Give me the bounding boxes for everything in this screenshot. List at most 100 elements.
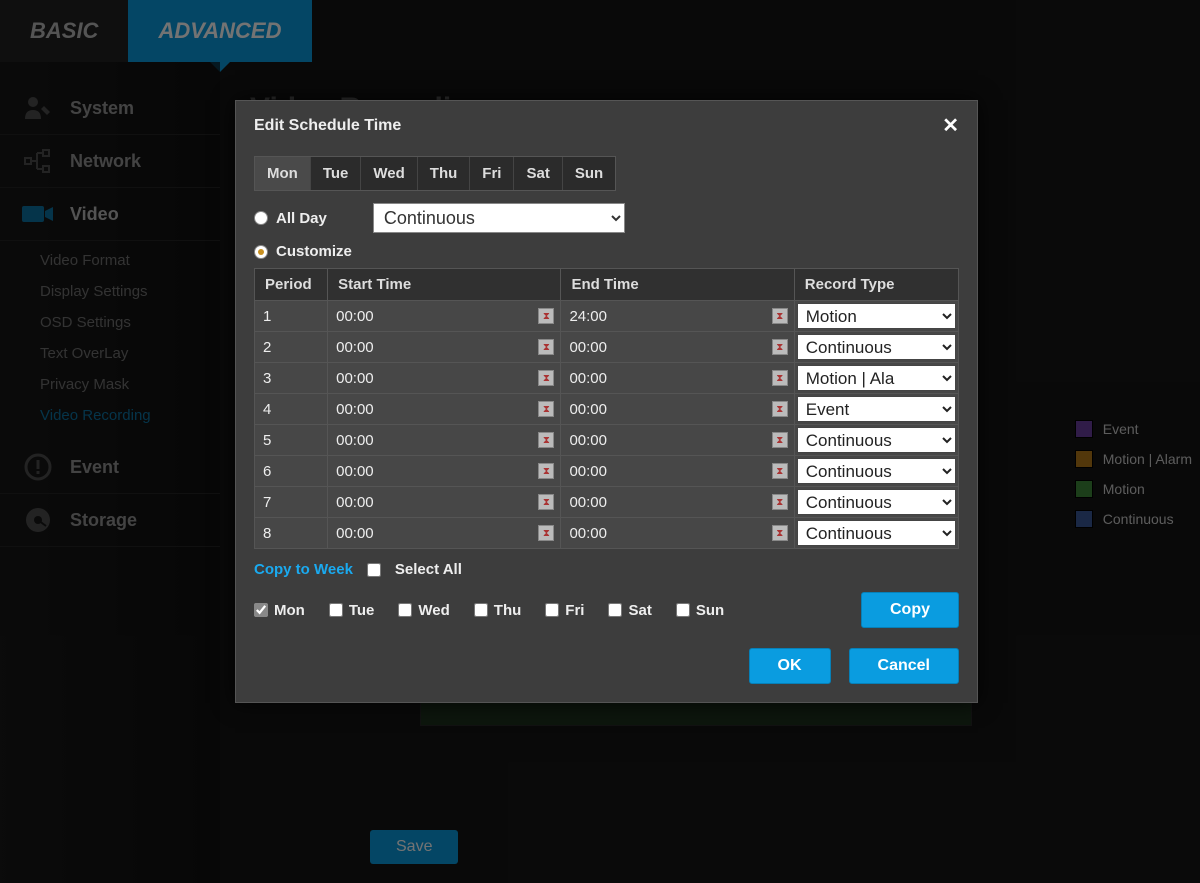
record-type-select[interactable]: Continuous [797,427,956,453]
record-type-select[interactable]: Continuous [797,334,956,360]
select-all-checkbox[interactable] [367,563,381,577]
cancel-button[interactable]: Cancel [849,648,959,684]
table-row: 200:00⧗00:00⧗Continuous [255,332,959,363]
start-time-input[interactable]: 00:00⧗ [328,456,561,487]
checkbox[interactable] [545,603,559,617]
record-type-select[interactable]: Motion [797,303,956,329]
copy-day-sat[interactable]: Sat [608,602,651,619]
start-time-input[interactable]: 00:00⧗ [328,394,561,425]
clock-icon[interactable]: ⧗ [538,494,554,510]
start-time-input[interactable]: 00:00⧗ [328,301,561,332]
record-type-cell: Continuous [794,456,958,487]
record-type-cell: Continuous [794,487,958,518]
copy-day-mon[interactable]: Mon [254,602,305,619]
end-time-input[interactable]: 00:00⧗ [561,456,794,487]
copy-to-week-link[interactable]: Copy to Week [254,561,353,578]
copy-day-wed[interactable]: Wed [398,602,449,619]
end-time-input[interactable]: 00:00⧗ [561,518,794,549]
day-tab-mon[interactable]: Mon [255,157,311,190]
day-tab-thu[interactable]: Thu [418,157,471,190]
close-icon[interactable]: ✕ [942,113,959,138]
table-row: 300:00⧗00:00⧗Motion | Ala [255,363,959,394]
day-label: Wed [418,602,449,619]
col-end-time: End Time [561,269,794,301]
clock-icon[interactable]: ⧗ [538,308,554,324]
record-type-cell: Motion | Ala [794,363,958,394]
select-all-label: Select All [395,561,462,578]
day-tabs: MonTueWedThuFriSatSun [254,156,616,191]
radio-all-day[interactable]: All Day [254,210,327,227]
clock-icon[interactable]: ⧗ [772,463,788,479]
record-type-cell: Event [794,394,958,425]
record-type-cell: Motion [794,301,958,332]
checkbox[interactable] [329,603,343,617]
day-tab-sun[interactable]: Sun [563,157,615,190]
day-tab-sat[interactable]: Sat [514,157,562,190]
col-period: Period [255,269,328,301]
day-tab-wed[interactable]: Wed [361,157,417,190]
day-label: Sun [696,602,724,619]
radio-icon [254,211,268,225]
end-time-input[interactable]: 00:00⧗ [561,487,794,518]
checkbox[interactable] [474,603,488,617]
record-type-cell: Continuous [794,518,958,549]
start-time-input[interactable]: 00:00⧗ [328,518,561,549]
all-day-record-type-select[interactable]: Continuous [373,203,625,233]
clock-icon[interactable]: ⧗ [772,308,788,324]
end-time-input[interactable]: 00:00⧗ [561,363,794,394]
clock-icon[interactable]: ⧗ [772,525,788,541]
col-record-type: Record Type [794,269,958,301]
clock-icon[interactable]: ⧗ [772,432,788,448]
checkbox[interactable] [254,603,268,617]
day-tab-tue[interactable]: Tue [311,157,362,190]
day-tab-fri[interactable]: Fri [470,157,514,190]
copy-day-tue[interactable]: Tue [329,602,375,619]
clock-icon[interactable]: ⧗ [538,463,554,479]
period-cell: 8 [255,518,328,549]
radio-customize[interactable]: Customize [254,243,959,260]
end-time-input[interactable]: 24:00⧗ [561,301,794,332]
clock-icon[interactable]: ⧗ [538,401,554,417]
end-time-input[interactable]: 00:00⧗ [561,332,794,363]
table-row: 700:00⧗00:00⧗Continuous [255,487,959,518]
ok-button[interactable]: OK [749,648,831,684]
copy-day-thu[interactable]: Thu [474,602,522,619]
checkbox[interactable] [398,603,412,617]
record-type-select[interactable]: Event [797,396,956,422]
clock-icon[interactable]: ⧗ [538,432,554,448]
start-time-input[interactable]: 00:00⧗ [328,363,561,394]
copy-button[interactable]: Copy [861,592,959,628]
end-time-input[interactable]: 00:00⧗ [561,394,794,425]
table-row: 800:00⧗00:00⧗Continuous [255,518,959,549]
col-start-time: Start Time [328,269,561,301]
record-type-select[interactable]: Motion | Ala [797,365,956,391]
clock-icon[interactable]: ⧗ [772,401,788,417]
clock-icon[interactable]: ⧗ [772,339,788,355]
table-row: 500:00⧗00:00⧗Continuous [255,425,959,456]
start-time-input[interactable]: 00:00⧗ [328,332,561,363]
record-type-select[interactable]: Continuous [797,520,956,546]
clock-icon[interactable]: ⧗ [538,525,554,541]
schedule-table: Period Start Time End Time Record Type 1… [254,268,959,549]
period-cell: 6 [255,456,328,487]
modal-title: Edit Schedule Time [254,117,401,135]
record-type-select[interactable]: Continuous [797,458,956,484]
end-time-input[interactable]: 00:00⧗ [561,425,794,456]
checkbox[interactable] [608,603,622,617]
clock-icon[interactable]: ⧗ [538,339,554,355]
start-time-input[interactable]: 00:00⧗ [328,487,561,518]
table-row: 100:00⧗24:00⧗Motion [255,301,959,332]
checkbox[interactable] [676,603,690,617]
period-cell: 5 [255,425,328,456]
day-label: Tue [349,602,375,619]
clock-icon[interactable]: ⧗ [772,370,788,386]
record-type-select[interactable]: Continuous [797,489,956,515]
clock-icon[interactable]: ⧗ [538,370,554,386]
table-row: 600:00⧗00:00⧗Continuous [255,456,959,487]
clock-icon[interactable]: ⧗ [772,494,788,510]
edit-schedule-modal: Edit Schedule Time ✕ MonTueWedThuFriSatS… [235,100,978,703]
copy-day-fri[interactable]: Fri [545,602,584,619]
radio-label: All Day [276,210,327,227]
start-time-input[interactable]: 00:00⧗ [328,425,561,456]
copy-day-sun[interactable]: Sun [676,602,724,619]
